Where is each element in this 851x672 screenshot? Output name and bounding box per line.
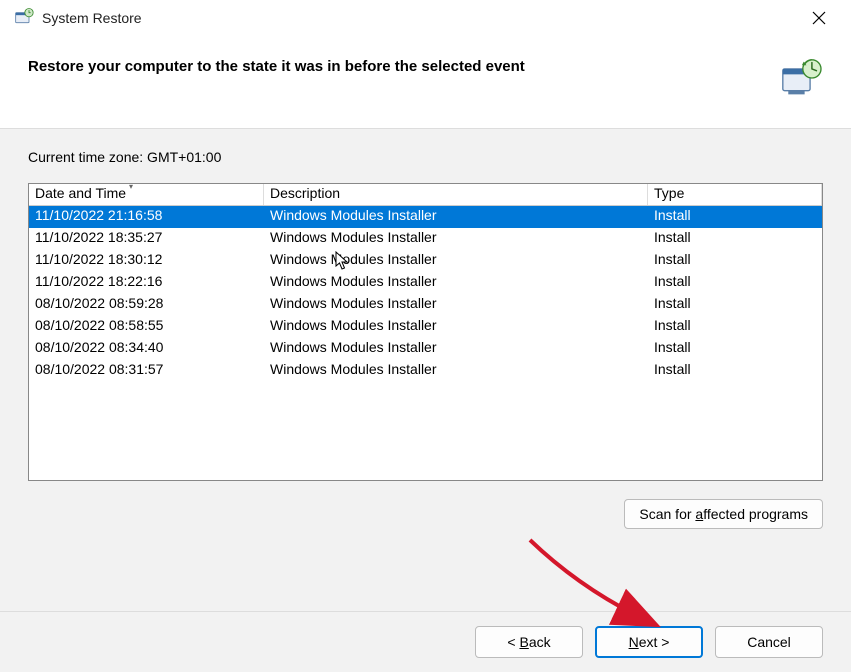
- cell-description: Windows Modules Installer: [264, 228, 648, 250]
- column-header-description[interactable]: Description: [264, 184, 648, 205]
- close-icon: [812, 11, 826, 25]
- back-button[interactable]: < Back: [475, 626, 583, 658]
- cell-type: Install: [648, 272, 822, 294]
- column-header-date[interactable]: Date and Time ▾: [29, 184, 264, 205]
- cell-date: 11/10/2022 21:16:58: [29, 206, 264, 228]
- scan-row: Scan for affected programs: [28, 499, 823, 529]
- cell-date: 08/10/2022 08:58:55: [29, 316, 264, 338]
- cell-description: Windows Modules Installer: [264, 294, 648, 316]
- table-row[interactable]: 11/10/2022 21:16:58Windows Modules Insta…: [29, 206, 822, 228]
- cell-type: Install: [648, 360, 822, 382]
- restore-points-table[interactable]: Date and Time ▾ Description Type 11/10/2…: [28, 183, 823, 481]
- table-row[interactable]: 11/10/2022 18:35:27Windows Modules Insta…: [29, 228, 822, 250]
- cell-type: Install: [648, 206, 822, 228]
- cell-date: 08/10/2022 08:34:40: [29, 338, 264, 360]
- cell-type: Install: [648, 338, 822, 360]
- table-row[interactable]: 08/10/2022 08:34:40Windows Modules Insta…: [29, 338, 822, 360]
- next-button[interactable]: Next >: [595, 626, 703, 658]
- table-row[interactable]: 08/10/2022 08:59:28Windows Modules Insta…: [29, 294, 822, 316]
- dialog-footer: < Back Next > Cancel: [0, 611, 851, 672]
- table-row[interactable]: 11/10/2022 18:22:16Windows Modules Insta…: [29, 272, 822, 294]
- next-button-suffix: ext >: [639, 634, 670, 650]
- cell-date: 11/10/2022 18:35:27: [29, 228, 264, 250]
- scan-button-suffix: ffected programs: [703, 506, 808, 522]
- cell-description: Windows Modules Installer: [264, 338, 648, 360]
- cell-date: 08/10/2022 08:59:28: [29, 294, 264, 316]
- column-header-date-label: Date and Time: [35, 185, 126, 201]
- cell-type: Install: [648, 228, 822, 250]
- cell-description: Windows Modules Installer: [264, 250, 648, 272]
- cell-type: Install: [648, 294, 822, 316]
- cell-description: Windows Modules Installer: [264, 316, 648, 338]
- table-row[interactable]: 08/10/2022 08:31:57Windows Modules Insta…: [29, 360, 822, 382]
- next-button-mnemonic: N: [629, 634, 639, 650]
- table-body: 11/10/2022 21:16:58Windows Modules Insta…: [29, 206, 822, 382]
- content-area: Current time zone: GMT+01:00 Date and Ti…: [0, 129, 851, 611]
- table-row[interactable]: 08/10/2022 08:58:55Windows Modules Insta…: [29, 316, 822, 338]
- scan-button-prefix: Scan for: [639, 506, 695, 522]
- cell-type: Install: [648, 250, 822, 272]
- scan-affected-programs-button[interactable]: Scan for affected programs: [624, 499, 823, 529]
- back-button-mnemonic: B: [519, 634, 528, 650]
- system-restore-large-icon: [779, 58, 823, 98]
- titlebar-left: System Restore: [14, 7, 142, 30]
- sort-indicator-icon: ▾: [129, 184, 133, 191]
- timezone-label: Current time zone: GMT+01:00: [28, 149, 823, 165]
- table-header-row: Date and Time ▾ Description Type: [29, 184, 822, 206]
- header-area: Restore your computer to the state it wa…: [0, 36, 851, 129]
- close-button[interactable]: [797, 3, 841, 33]
- page-heading: Restore your computer to the state it wa…: [28, 58, 525, 75]
- titlebar: System Restore: [0, 0, 851, 36]
- cell-description: Windows Modules Installer: [264, 206, 648, 228]
- back-button-prefix: <: [507, 634, 519, 650]
- cell-date: 08/10/2022 08:31:57: [29, 360, 264, 382]
- cell-type: Install: [648, 316, 822, 338]
- cell-date: 11/10/2022 18:22:16: [29, 272, 264, 294]
- cell-description: Windows Modules Installer: [264, 272, 648, 294]
- table-row[interactable]: 11/10/2022 18:30:12Windows Modules Insta…: [29, 250, 822, 272]
- system-restore-icon: [14, 7, 34, 30]
- column-header-type[interactable]: Type: [648, 184, 822, 205]
- window-title: System Restore: [42, 10, 142, 26]
- cell-date: 11/10/2022 18:30:12: [29, 250, 264, 272]
- back-button-suffix: ack: [529, 634, 551, 650]
- cancel-button[interactable]: Cancel: [715, 626, 823, 658]
- cell-description: Windows Modules Installer: [264, 360, 648, 382]
- system-restore-dialog: System Restore Restore your computer to …: [0, 0, 851, 672]
